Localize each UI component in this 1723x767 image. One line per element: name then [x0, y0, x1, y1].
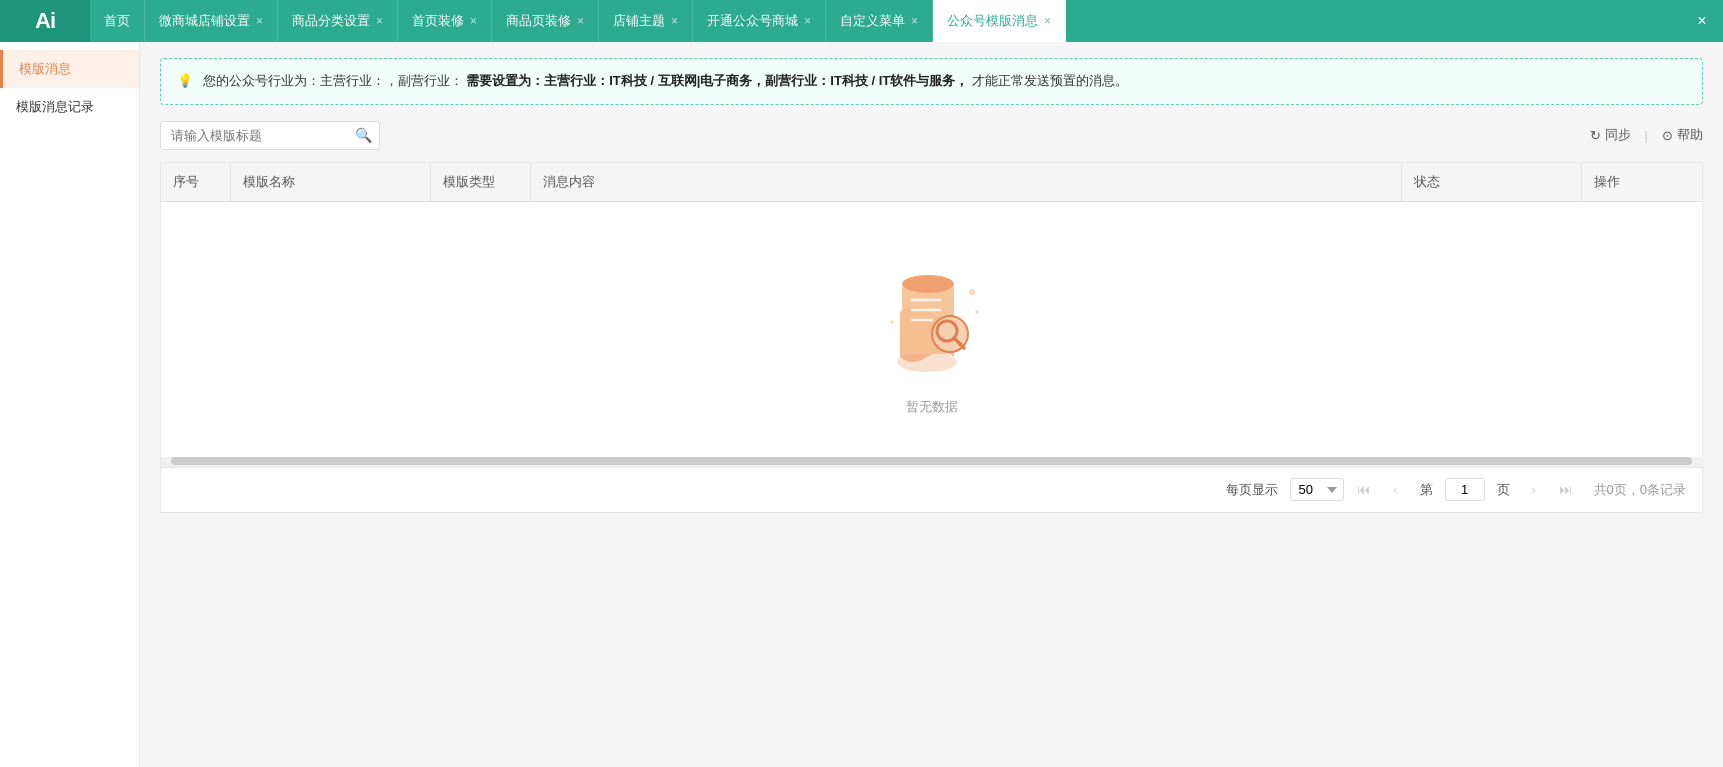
- help-button[interactable]: ⊙ 帮助: [1662, 126, 1703, 144]
- page-prefix: 第: [1420, 481, 1433, 499]
- page-suffix: 页: [1497, 481, 1510, 499]
- search-right: ↻ 同步 | ⊙ 帮助: [1590, 126, 1703, 144]
- per-page-select[interactable]: 102050100: [1290, 478, 1344, 501]
- tab-close-template[interactable]: ×: [1044, 14, 1051, 28]
- notice-box: 💡 您的公众号行业为：主营行业：，副营行业： 需要设置为：主营行业：IT科技 /…: [160, 58, 1703, 105]
- first-page-button[interactable]: ⏮: [1352, 478, 1376, 502]
- empty-text: 暂无数据: [906, 398, 958, 416]
- notice-prefix: 您的公众号行业为：主营行业：，副营行业：: [203, 73, 463, 88]
- main-layout: 模版消息模版消息记录 💡 您的公众号行业为：主营行业：，副营行业： 需要设置为：…: [0, 42, 1723, 767]
- pagination: 每页显示 102050100 ⏮ ‹ 第 页 › ⏭ 共0页，0条记录: [161, 467, 1702, 512]
- scrollbar-area[interactable]: [161, 457, 1702, 467]
- last-page-button[interactable]: ⏭: [1554, 478, 1578, 502]
- page-input[interactable]: [1445, 478, 1485, 501]
- sidebar-item-template-msg[interactable]: 模版消息: [0, 50, 139, 88]
- tab-close-theme[interactable]: ×: [671, 14, 678, 28]
- search-button[interactable]: 🔍: [355, 127, 372, 143]
- nav-tab-mall[interactable]: 开通公众号商城×: [693, 0, 826, 42]
- global-close-button[interactable]: ×: [1681, 0, 1723, 42]
- search-bar: 🔍 ↻ 同步 | ⊙ 帮助: [160, 121, 1703, 150]
- tab-close-product[interactable]: ×: [577, 14, 584, 28]
- nav-tab-homepage[interactable]: 首页装修×: [398, 0, 492, 42]
- sync-icon: ↻: [1590, 128, 1601, 143]
- empty-illustration: [872, 262, 992, 382]
- empty-state: 暂无数据: [161, 202, 1702, 456]
- table-header: 序号 模版名称 模版类型 消息内容 状态 操作: [161, 163, 1702, 202]
- next-page-button[interactable]: ›: [1522, 478, 1546, 502]
- nav-tab-home[interactable]: 首页: [90, 0, 145, 42]
- notice-icon: 💡: [177, 73, 193, 88]
- tab-close-homepage[interactable]: ×: [470, 14, 477, 28]
- nav-tab-category[interactable]: 商品分类设置×: [278, 0, 398, 42]
- sidebar-item-template-record[interactable]: 模版消息记录: [0, 88, 139, 126]
- sync-label: 同步: [1605, 126, 1631, 144]
- svg-point-11: [975, 310, 979, 314]
- svg-point-2: [902, 275, 954, 293]
- divider: |: [1645, 128, 1648, 143]
- col-header-action: 操作: [1582, 163, 1702, 201]
- app-logo: Ai: [0, 0, 90, 42]
- tab-close-menu[interactable]: ×: [911, 14, 918, 28]
- nav-tab-wshop[interactable]: 微商城店铺设置×: [145, 0, 278, 42]
- col-header-status: 状态: [1402, 163, 1582, 201]
- per-page-label: 每页显示: [1226, 481, 1278, 499]
- sync-button[interactable]: ↻ 同步: [1590, 126, 1631, 144]
- top-nav: Ai 首页微商城店铺设置×商品分类设置×首页装修×商品页装修×店铺主题×开通公众…: [0, 0, 1723, 42]
- content-area: 💡 您的公众号行业为：主营行业：，副营行业： 需要设置为：主营行业：IT科技 /…: [140, 42, 1723, 767]
- nav-tabs: 首页微商城店铺设置×商品分类设置×首页装修×商品页装修×店铺主题×开通公众号商城…: [90, 0, 1681, 42]
- nav-tab-template[interactable]: 公众号模版消息×: [933, 0, 1066, 42]
- search-left: 🔍: [160, 121, 380, 150]
- col-header-content: 消息内容: [531, 163, 1402, 201]
- scrollbar-thumb[interactable]: [171, 457, 1692, 465]
- svg-point-10: [890, 320, 894, 324]
- prev-page-button[interactable]: ‹: [1384, 478, 1408, 502]
- col-header-type: 模版类型: [431, 163, 531, 201]
- tab-close-mall[interactable]: ×: [804, 14, 811, 28]
- search-input-wrap: 🔍: [160, 121, 380, 150]
- tab-close-wshop[interactable]: ×: [256, 14, 263, 28]
- notice-highlight: 需要设置为：主营行业：IT科技 / 互联网|电子商务，副营行业：IT科技 / I…: [466, 73, 968, 88]
- nav-tab-product[interactable]: 商品页装修×: [492, 0, 599, 42]
- help-icon: ⊙: [1662, 128, 1673, 143]
- nav-tab-theme[interactable]: 店铺主题×: [599, 0, 693, 42]
- help-label: 帮助: [1677, 126, 1703, 144]
- col-header-seq: 序号: [161, 163, 231, 201]
- notice-suffix: 才能正常发送预置的消息。: [972, 73, 1128, 88]
- search-input[interactable]: [160, 121, 380, 150]
- tab-close-category[interactable]: ×: [376, 14, 383, 28]
- col-header-name: 模版名称: [231, 163, 431, 201]
- svg-point-9: [969, 289, 975, 295]
- sidebar: 模版消息模版消息记录: [0, 42, 140, 767]
- data-table: 序号 模版名称 模版类型 消息内容 状态 操作: [160, 162, 1703, 513]
- page-total: 共0页，0条记录: [1594, 481, 1686, 499]
- nav-tab-menu[interactable]: 自定义菜单×: [826, 0, 933, 42]
